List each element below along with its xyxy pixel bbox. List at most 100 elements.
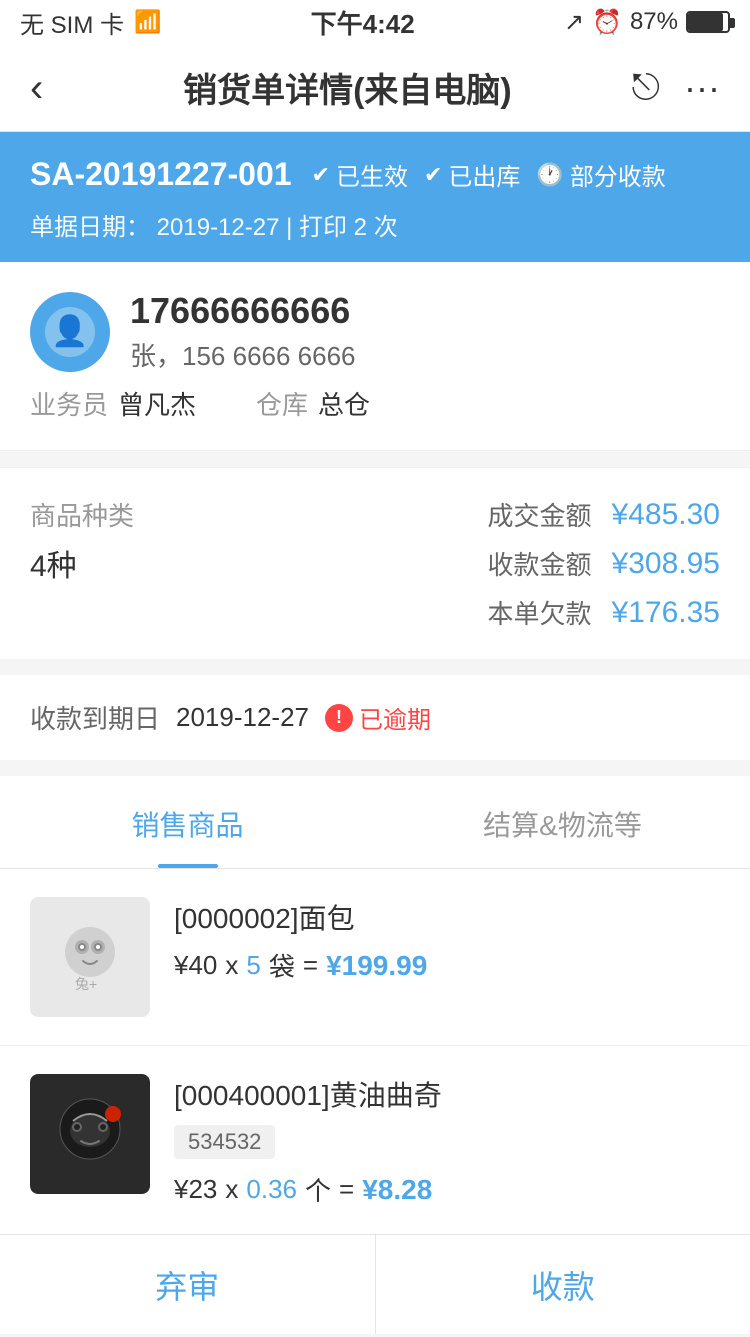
status-right: ↗ ⏰ 87% [564, 8, 730, 37]
price-2: ¥23 [174, 1174, 217, 1205]
list-item: 兔+ [0000002]面包 ¥40 x 5 袋 = ¥199.99 [0, 869, 750, 1046]
time-display: 下午4:42 [311, 4, 415, 41]
qty-2: 0.36 [246, 1174, 297, 1205]
product-price-1: ¥40 x 5 袋 = ¥199.99 [174, 947, 720, 984]
transaction-value: ¥485.30 [612, 498, 720, 532]
status-shipped: ✔ 已出库 [424, 157, 520, 192]
product-title-2: 黄油曲奇 [330, 1080, 442, 1111]
transaction-row: 成交金额 ¥485.30 [488, 496, 720, 533]
unit-1: 袋 [269, 947, 295, 984]
battery-icon [686, 11, 730, 33]
warehouse-meta: 仓库 总仓 [256, 385, 370, 422]
wifi-icon: 📶 [134, 9, 161, 35]
status-effected-label: 已生效 [336, 157, 408, 192]
price-x-2: x [225, 1174, 238, 1205]
overdue-label: 已逾期 [359, 700, 431, 735]
order-date: 2019-12-27 [157, 214, 280, 241]
debt-row: 本单欠款 ¥176.35 [488, 594, 720, 631]
battery-percent: 87% [630, 8, 678, 36]
due-date-label: 收款到期日 [30, 699, 160, 736]
customer-details: 17666666666 张，156 6666 6666 [130, 290, 356, 373]
status-bar: 无 SIM 卡 📶 下午4:42 ↗ ⏰ 87% [0, 0, 750, 44]
customer-meta: 业务员 曾凡杰 仓库 总仓 [30, 385, 720, 422]
summary-right: 成交金额 ¥485.30 收款金额 ¥308.95 本单欠款 ¥176.35 [488, 496, 720, 631]
clock-icon: 🕐 [536, 162, 563, 188]
debt-label: 本单欠款 [488, 594, 592, 631]
nav-actions: ⎋ ··· [632, 66, 720, 109]
category-value: 4种 [30, 541, 134, 585]
qty-1: 5 [246, 950, 260, 981]
salesperson-label: 业务员 [30, 385, 108, 422]
equals-1: = [303, 950, 318, 981]
product-info-2: [000400001]黄油曲奇 534532 ¥23 x 0.36 个 = ¥8… [174, 1074, 720, 1208]
location-icon: ↗ [564, 8, 584, 37]
receipt-label: 收款金额 [488, 545, 592, 582]
confirm-button[interactable]: 收款 [376, 1235, 750, 1334]
customer-phone: 17666666666 [130, 290, 356, 332]
salesperson-meta: 业务员 曾凡杰 [30, 385, 196, 422]
warehouse-label: 仓库 [256, 385, 308, 422]
check-icon-1: ✔ [312, 162, 330, 188]
price-x-1: x [225, 950, 238, 981]
product-code-1: [0000002] [174, 903, 299, 934]
banner-date: 单据日期： 2019-12-27 | 打印 2 次 [30, 207, 720, 242]
customer-name: 张，156 6666 6666 [130, 336, 356, 373]
status-effected: ✔ 已生效 [312, 157, 408, 192]
product-batch-2: 534532 [174, 1125, 275, 1159]
status-partial: 🕐 部分收款 [536, 157, 665, 192]
avatar-icon: 👤 [45, 307, 95, 357]
list-item: [000400001]黄油曲奇 534532 ¥23 x 0.36 个 = ¥8… [0, 1046, 750, 1237]
status-partial-label: 部分收款 [570, 157, 666, 192]
product-list: 兔+ [0000002]面包 ¥40 x 5 袋 = ¥199.99 [0, 869, 750, 1237]
svg-text:兔+: 兔+ [75, 976, 97, 992]
date-label: 单据日期： [30, 214, 150, 241]
status-shipped-label: 已出库 [448, 157, 520, 192]
due-date-value: 2019-12-27 [176, 702, 309, 733]
customer-section: 👤 17666666666 张，156 6666 6666 业务员 曾凡杰 仓库… [0, 262, 750, 451]
summary-left: 商品种类 4种 [30, 496, 134, 585]
share-icon[interactable]: ⎋ [632, 66, 660, 109]
print-info: | 打印 2 次 [286, 214, 398, 241]
product-image-2 [30, 1074, 150, 1194]
product-image-1: 兔+ [30, 897, 150, 1017]
back-button[interactable]: ‹ [30, 68, 43, 108]
total-2: ¥8.28 [362, 1174, 432, 1206]
order-number: SA-20191227-001 [30, 156, 292, 193]
summary-section: 商品种类 4种 成交金额 ¥485.30 收款金额 ¥308.95 本单欠款 ¥… [0, 467, 750, 659]
carrier-text: 无 SIM 卡 [20, 5, 124, 40]
product-code-2: [000400001] [174, 1080, 330, 1111]
debt-value: ¥176.35 [612, 596, 720, 630]
product-name-2: [000400001]黄油曲奇 [174, 1074, 720, 1114]
alarm-icon: ⏰ [592, 8, 622, 37]
avatar: 👤 [30, 292, 110, 372]
page-title: 销货单详情(来自电脑) [63, 63, 631, 112]
cancel-button[interactable]: 弃审 [0, 1235, 376, 1334]
banner-top: SA-20191227-001 ✔ 已生效 ✔ 已出库 🕐 部分收款 [30, 156, 720, 193]
receipt-row: 收款金额 ¥308.95 [488, 545, 720, 582]
due-date-section: 收款到期日 2019-12-27 ! 已逾期 [0, 659, 750, 760]
overdue-badge: ! 已逾期 [325, 700, 431, 735]
bottom-bar: 弃审 收款 [0, 1234, 750, 1334]
product-image-placeholder-1: 兔+ [30, 897, 150, 1017]
overdue-dot-icon: ! [325, 704, 353, 732]
customer-top: 👤 17666666666 张，156 6666 6666 [30, 290, 720, 373]
product-name-1: [0000002]面包 [174, 897, 720, 937]
more-icon[interactable]: ··· [684, 67, 720, 109]
product-price-2: ¥23 x 0.36 个 = ¥8.28 [174, 1171, 720, 1208]
product-title-1: 面包 [299, 903, 355, 934]
category-label: 商品种类 [30, 496, 134, 533]
tabs-section: 销售商品 结算&物流等 [0, 760, 750, 869]
product-info-1: [0000002]面包 ¥40 x 5 袋 = ¥199.99 [174, 897, 720, 984]
check-icon-2: ✔ [424, 162, 442, 188]
tab-settlement[interactable]: 结算&物流等 [375, 776, 750, 868]
product-image-placeholder-2 [30, 1074, 150, 1194]
transaction-label: 成交金额 [488, 496, 592, 533]
salesperson-value: 曾凡杰 [118, 385, 196, 422]
status-left: 无 SIM 卡 📶 [20, 5, 161, 40]
receipt-value: ¥308.95 [612, 547, 720, 581]
unit-2: 个 [305, 1171, 331, 1208]
tab-sales-products[interactable]: 销售商品 [0, 776, 375, 868]
nav-bar: ‹ 销货单详情(来自电脑) ⎋ ··· [0, 44, 750, 132]
header-banner: SA-20191227-001 ✔ 已生效 ✔ 已出库 🕐 部分收款 单据日期：… [0, 132, 750, 262]
warehouse-value: 总仓 [318, 385, 370, 422]
